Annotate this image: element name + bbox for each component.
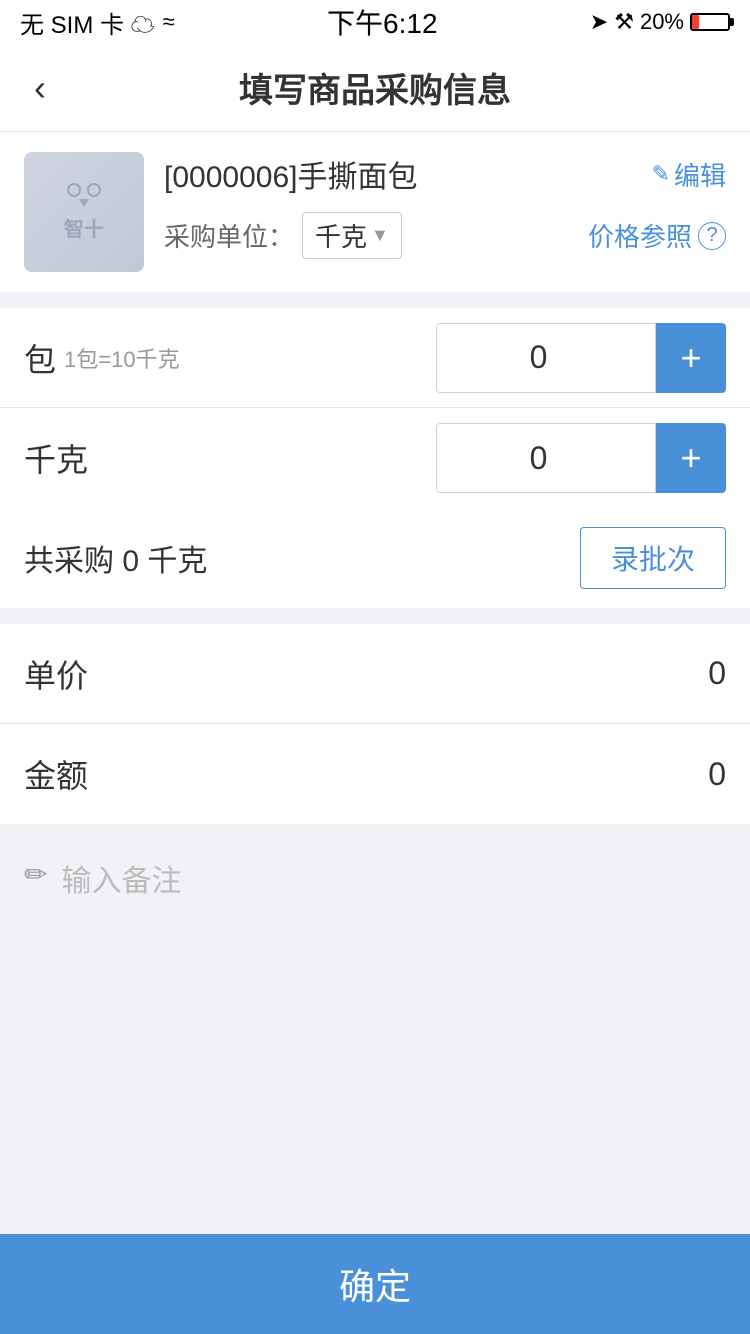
- unit-label: 采购单位：: [164, 217, 294, 254]
- price-ref-label: 价格参照: [588, 217, 692, 254]
- product-image: 智十: [24, 152, 144, 272]
- status-right: ➤ ⚒ 20%: [590, 9, 730, 35]
- kg-qty-wrap: +: [436, 423, 726, 493]
- price-row: 单价 0: [0, 624, 750, 724]
- info-section: 单价 0 金额 0: [0, 624, 750, 824]
- bag-sublabel: 1包=10千克: [64, 342, 180, 374]
- sim-label: 无 SIM 卡 ☁: [20, 5, 155, 40]
- bottom-spacer: [0, 992, 750, 1192]
- edit-button[interactable]: ✎ 编辑: [652, 156, 726, 193]
- pencil-icon: ✏: [24, 858, 47, 891]
- owl-text-label: 智十: [64, 213, 104, 242]
- product-name: [0000006]手撕面包: [164, 152, 417, 196]
- summary-text: 共采购 0 千克: [24, 536, 207, 580]
- section-divider-1: [0, 300, 750, 308]
- bag-label: 包: [24, 335, 56, 381]
- page-title: 填写商品采购信息: [239, 63, 511, 112]
- status-left: 无 SIM 卡 ☁ ≈: [20, 5, 175, 40]
- amount-label: 金额: [24, 751, 88, 797]
- kg-plus-button[interactable]: +: [656, 423, 726, 493]
- product-info: [0000006]手撕面包 ✎ 编辑 采购单位： 千克 ▼ 价格参照 ?: [164, 152, 726, 259]
- confirm-button[interactable]: 确定: [0, 1234, 750, 1334]
- price-label: 单价: [24, 651, 88, 697]
- bag-input-row: 包 1包=10千克 +: [0, 308, 750, 408]
- price-ref-button[interactable]: 价格参照 ?: [588, 217, 726, 254]
- amount-value: 0: [708, 756, 726, 793]
- summary-section: 共采购 0 千克 录批次: [0, 508, 750, 608]
- product-card: 智十 [0000006]手撕面包 ✎ 编辑 采购单位： 千克 ▼ 价格参照 ?: [0, 132, 750, 300]
- remark-placeholder: 输入备注: [61, 856, 181, 900]
- status-bar: 无 SIM 卡 ☁ ≈ 下午6:12 ➤ ⚒ 20%: [0, 0, 750, 44]
- wifi-icon: ≈: [163, 9, 175, 35]
- location-icon: ➤: [590, 9, 608, 35]
- kg-label: 千克: [24, 435, 88, 481]
- bag-qty-input[interactable]: [436, 323, 656, 393]
- unit-select[interactable]: 千克 ▼: [302, 212, 402, 259]
- kg-qty-input[interactable]: [436, 423, 656, 493]
- product-logo: 智十: [64, 183, 104, 242]
- section-divider-2: [0, 608, 750, 616]
- status-time: 下午6:12: [327, 2, 438, 42]
- bag-qty-wrap: +: [436, 323, 726, 393]
- edit-icon: ✎: [652, 161, 670, 187]
- edit-label: 编辑: [674, 156, 726, 193]
- amount-row: 金额 0: [0, 724, 750, 824]
- price-value: 0: [708, 655, 726, 692]
- confirm-label: 确定: [339, 1258, 411, 1310]
- unit-dropdown-arrow: ▼: [371, 225, 389, 246]
- price-ref-help-icon: ?: [698, 222, 726, 250]
- record-batch-button[interactable]: 录批次: [580, 527, 726, 589]
- alarm-icon: ⚒: [614, 9, 634, 35]
- remark-section[interactable]: ✏ 输入备注: [0, 832, 750, 992]
- battery-icon: [690, 13, 730, 31]
- input-section: 包 1包=10千克 + 千克 +: [0, 308, 750, 508]
- back-button[interactable]: ‹: [24, 57, 56, 119]
- nav-bar: ‹ 填写商品采购信息: [0, 44, 750, 132]
- battery-label: 20%: [640, 9, 684, 35]
- unit-value: 千克: [315, 217, 367, 254]
- bag-plus-button[interactable]: +: [656, 323, 726, 393]
- kg-input-row: 千克 +: [0, 408, 750, 508]
